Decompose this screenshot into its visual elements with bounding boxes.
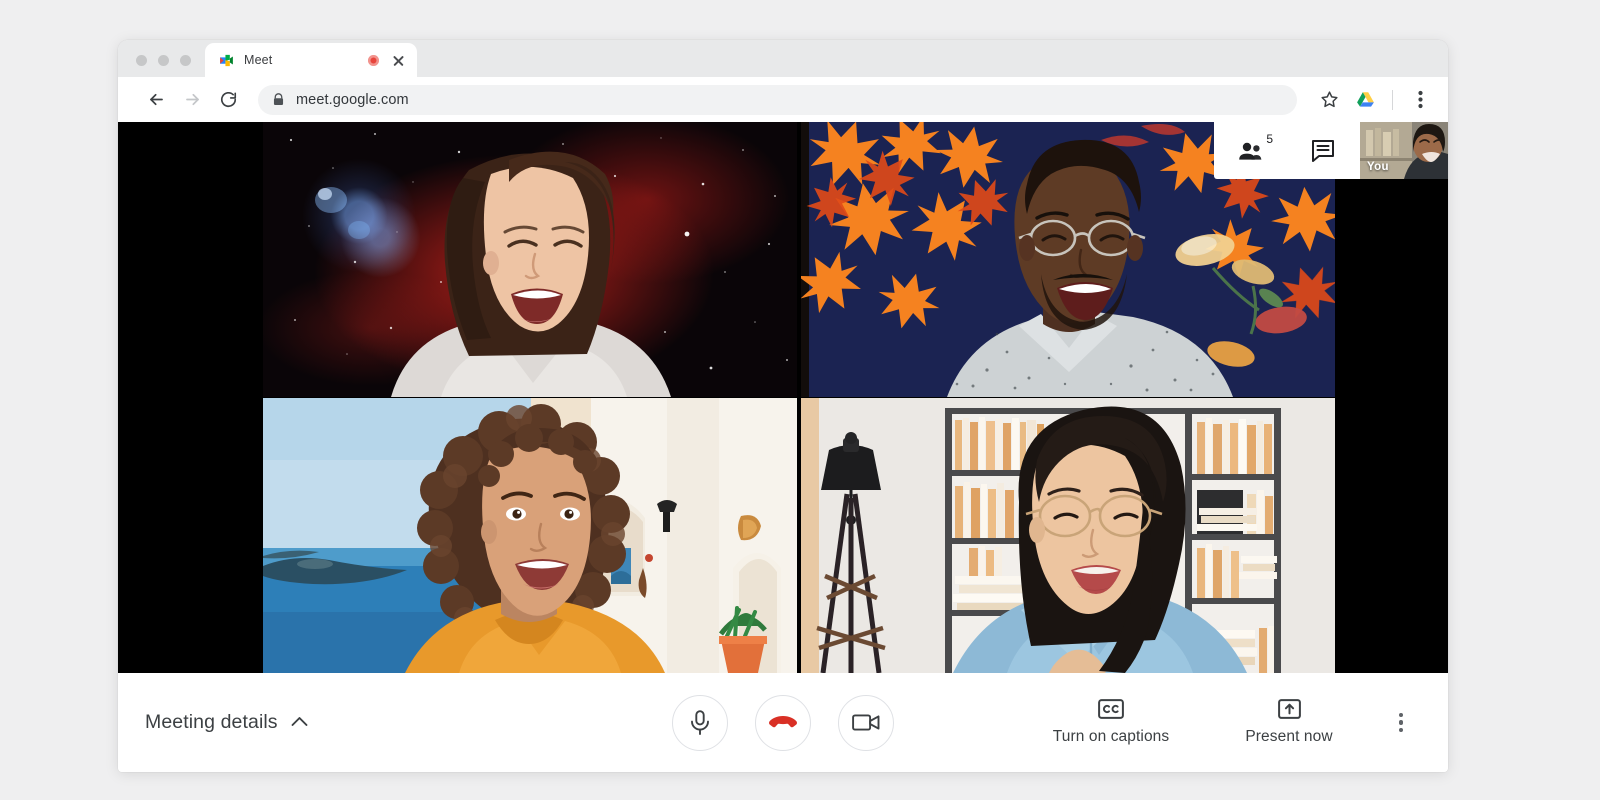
- present-screen-icon: [1278, 699, 1301, 719]
- video-grid: [263, 122, 1335, 673]
- star-icon[interactable]: [1313, 84, 1345, 116]
- chevron-up-icon: [291, 714, 308, 732]
- participant-tile-top-left[interactable]: [263, 122, 797, 397]
- meet-video-stage: 5: [118, 122, 1448, 673]
- participant-video-woman-laughing: [263, 122, 797, 397]
- browser-tab-meet[interactable]: Meet: [205, 43, 417, 77]
- call-controls: [672, 695, 894, 751]
- google-meet-favicon: [218, 52, 235, 69]
- participant-video-woman-curly-hair: [263, 398, 797, 673]
- kebab-menu-icon[interactable]: [1404, 84, 1436, 116]
- present-now-button[interactable]: Present now: [1200, 699, 1378, 746]
- hangup-phone-icon: [769, 715, 797, 731]
- recording-dot-icon: [368, 55, 379, 66]
- forward-arrow-icon[interactable]: [176, 84, 208, 116]
- back-arrow-icon[interactable]: [140, 84, 172, 116]
- captions-button[interactable]: Turn on captions: [1022, 699, 1200, 746]
- browser-tab-title: Meet: [244, 53, 359, 67]
- window-maximize-dot[interactable]: [180, 55, 191, 66]
- hangup-button[interactable]: [755, 695, 811, 751]
- participant-tile-bottom-right[interactable]: [801, 398, 1335, 673]
- window-controls: [118, 55, 205, 77]
- camera-button[interactable]: [838, 695, 894, 751]
- stage-action-group: 5: [1214, 122, 1360, 179]
- participant-video-woman-glasses: [801, 398, 1335, 673]
- self-view-label: You: [1367, 161, 1389, 173]
- google-drive-icon[interactable]: [1349, 84, 1381, 116]
- stage-top-controls: 5: [1214, 122, 1448, 179]
- self-view-thumbnail[interactable]: You: [1360, 122, 1448, 179]
- meet-control-bar: Meeting details: [118, 673, 1448, 772]
- microphone-icon: [689, 710, 711, 736]
- omnibox-actions: [1313, 84, 1436, 116]
- omnibox-bar: meet.google.com: [118, 77, 1448, 122]
- lock-icon: [272, 92, 285, 107]
- chat-bubble-icon[interactable]: [1306, 134, 1340, 168]
- participant-tile-bottom-left[interactable]: [263, 398, 797, 673]
- meeting-details-label: Meeting details: [145, 711, 278, 734]
- people-count-badge: 5: [1266, 133, 1273, 145]
- kebab-menu-icon: [1399, 713, 1403, 732]
- window-close-dot[interactable]: [136, 55, 147, 66]
- captions-label: Turn on captions: [1053, 728, 1169, 746]
- window-minimize-dot[interactable]: [158, 55, 169, 66]
- tab-strip: Meet: [118, 40, 1448, 77]
- microphone-button[interactable]: [672, 695, 728, 751]
- present-now-label: Present now: [1245, 728, 1332, 746]
- browser-window: Meet meet.google.com: [118, 40, 1448, 772]
- reload-icon[interactable]: [212, 84, 244, 116]
- close-icon[interactable]: [391, 53, 406, 68]
- meeting-details-button[interactable]: Meeting details: [118, 711, 308, 734]
- toolbar-divider: [1392, 90, 1393, 110]
- more-options-button[interactable]: [1378, 700, 1424, 746]
- url-text: meet.google.com: [296, 92, 409, 108]
- people-icon[interactable]: 5: [1234, 134, 1268, 168]
- url-field[interactable]: meet.google.com: [258, 85, 1297, 115]
- video-camera-icon: [852, 713, 880, 732]
- closed-captions-icon: [1098, 699, 1124, 719]
- secondary-controls: Turn on captions Present now: [1022, 699, 1448, 746]
